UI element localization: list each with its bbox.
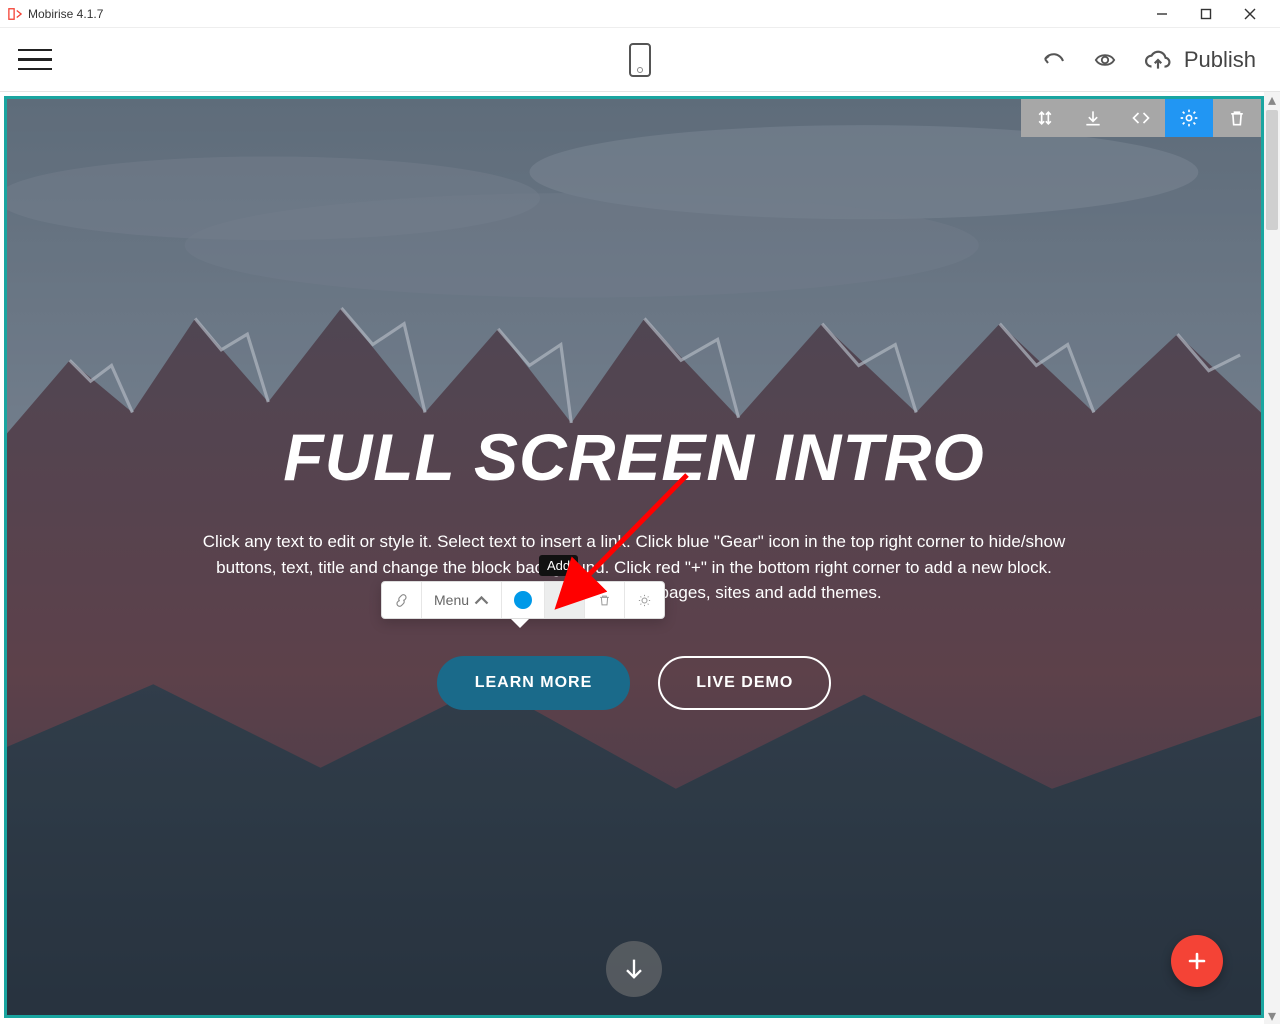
button-editor-popup: Add Menu [381,581,665,619]
popup-color-button[interactable] [502,582,545,618]
hero-button-row: LEARN MORE LIVE DEMO [437,656,832,710]
scrollbar-up-button[interactable]: ▴ [1264,92,1280,108]
add-tooltip: Add [539,555,578,576]
selected-block-frame: FULL SCREEN INTRO Click any text to edit… [4,96,1264,1018]
color-swatch-icon [514,591,532,609]
canvas-area: ▴ ▾ [0,92,1280,1024]
block-settings-button[interactable] [1165,99,1213,137]
publish-button[interactable]: Publish [1142,47,1256,73]
arrow-down-icon [620,955,648,983]
popup-remove-button[interactable] [585,582,625,618]
live-demo-button[interactable]: LIVE DEMO [658,656,831,710]
block-delete-button[interactable] [1213,99,1261,137]
gear-icon [1179,108,1199,128]
app-logo-icon [8,7,22,21]
block-toolbar [1021,99,1261,137]
hero-block[interactable]: FULL SCREEN INTRO Click any text to edit… [7,99,1261,1015]
window-titlebar: Mobirise 4.1.7 [0,0,1280,28]
scroll-down-button[interactable] [606,941,662,997]
popup-link-button[interactable] [382,582,422,618]
hero-content: FULL SCREEN INTRO Click any text to edit… [7,99,1261,1015]
hero-title[interactable]: FULL SCREEN INTRO [283,419,984,495]
trash-icon [597,593,612,608]
add-block-fab[interactable] [1171,935,1223,987]
window-minimize-button[interactable] [1140,0,1184,28]
block-save-button[interactable] [1069,99,1117,137]
plus-icon [1185,949,1209,973]
window-title: Mobirise 4.1.7 [28,7,103,21]
trash-icon [1227,108,1247,128]
device-preview-toggle[interactable] [629,43,651,77]
undo-button[interactable] [1038,45,1068,75]
scrollbar-down-button[interactable]: ▾ [1264,1008,1280,1024]
popup-add-button[interactable] [545,582,585,618]
scrollbar-thumb[interactable] [1266,110,1278,230]
window-close-button[interactable] [1228,0,1272,28]
preview-button[interactable] [1090,45,1120,75]
window-maximize-button[interactable] [1184,0,1228,28]
popup-menu-dropdown[interactable]: Menu [422,582,502,618]
chevron-up-icon [474,593,489,608]
link-icon [394,593,409,608]
popup-style-button[interactable] [625,582,664,618]
block-move-button[interactable] [1021,99,1069,137]
popup-arrow-pointer [511,619,529,628]
popup-menu-label: Menu [434,592,469,608]
cloud-upload-icon [1142,47,1174,73]
sun-outline-icon [637,593,652,608]
hamburger-menu-button[interactable] [0,49,70,71]
learn-more-button[interactable]: LEARN MORE [437,656,631,710]
plus-icon [557,593,572,608]
mobile-device-icon [629,43,651,77]
publish-label: Publish [1184,47,1256,73]
main-toolbar: Publish [0,28,1280,92]
block-code-button[interactable] [1117,99,1165,137]
vertical-scrollbar[interactable]: ▴ ▾ [1264,92,1280,1024]
